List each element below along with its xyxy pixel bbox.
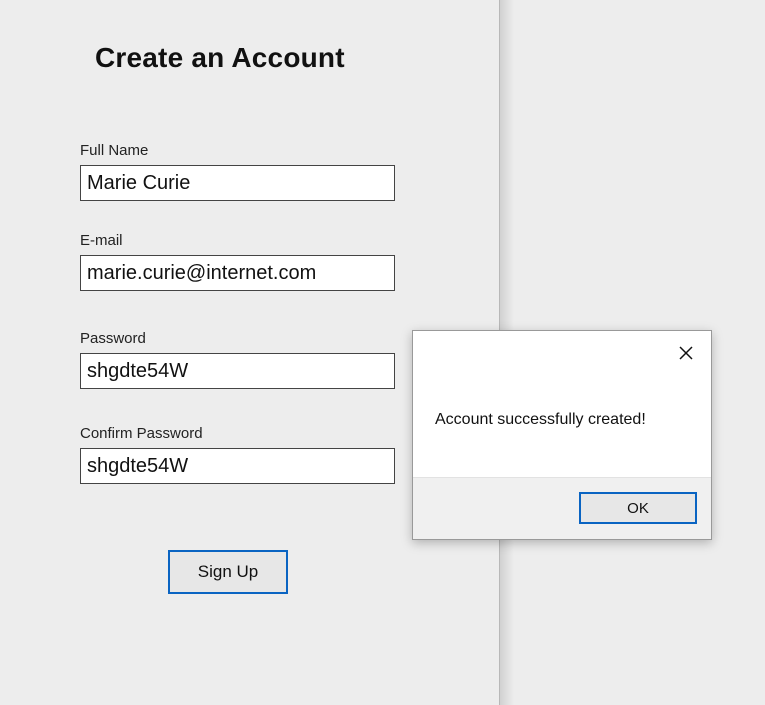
dialog-body: Account successfully created! [413,331,711,479]
confirm-password-input[interactable] [80,448,395,484]
full-name-label: Full Name [80,142,395,159]
password-label: Password [80,330,395,347]
dialog-close-button[interactable] [671,339,701,369]
password-input[interactable] [80,353,395,389]
confirm-password-group: Confirm Password [80,425,395,484]
dialog-ok-button[interactable]: OK [579,492,697,524]
success-dialog: Account successfully created! OK [412,330,712,540]
dialog-footer: OK [413,477,711,539]
sign-up-button[interactable]: Sign Up [168,550,288,594]
close-icon [678,345,694,364]
email-group: E-mail [80,232,395,291]
password-group: Password [80,330,395,389]
email-label: E-mail [80,232,395,249]
confirm-password-label: Confirm Password [80,425,395,442]
dialog-message: Account successfully created! [435,411,646,429]
page-title: Create an Account [95,42,345,74]
email-input[interactable] [80,255,395,291]
full-name-group: Full Name [80,142,395,201]
full-name-input[interactable] [80,165,395,201]
